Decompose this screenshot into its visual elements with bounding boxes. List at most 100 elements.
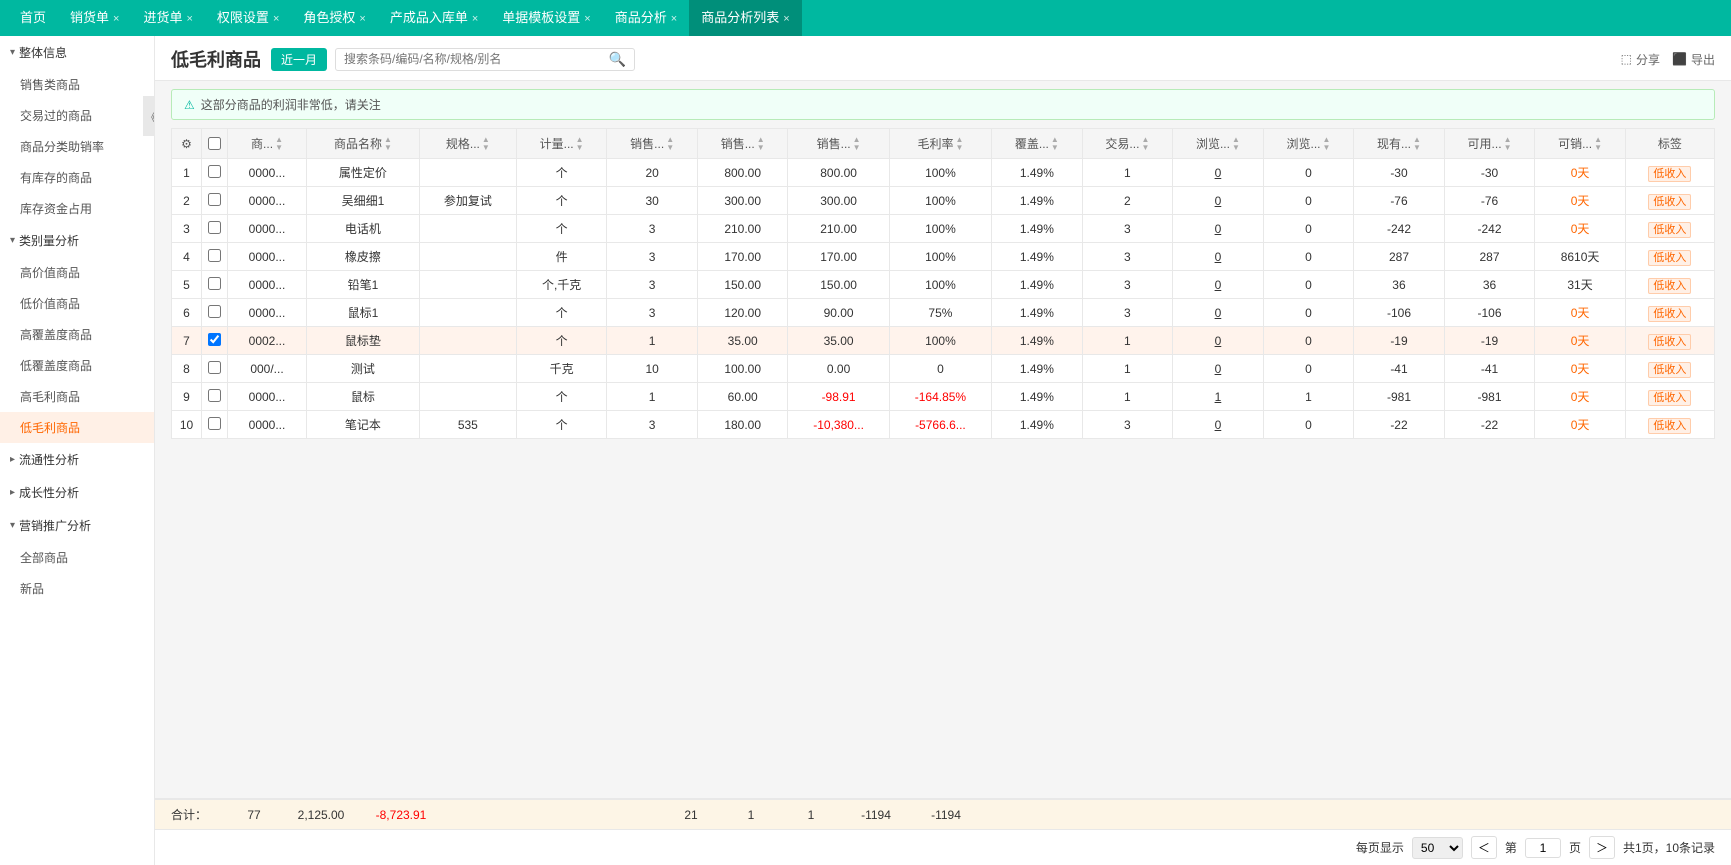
export-button[interactable]: ⬛ 导出	[1672, 51, 1715, 68]
page-number-input[interactable]	[1525, 838, 1561, 858]
sidebar-item-high-value[interactable]: 高价值商品	[0, 257, 154, 288]
row-view1[interactable]: 0	[1173, 187, 1264, 215]
row-checkbox[interactable]	[208, 249, 221, 262]
row-checkbox[interactable]	[208, 417, 221, 430]
sidebar-item-category-sales-rate[interactable]: 商品分类助销率	[0, 131, 154, 162]
col-gross-margin[interactable]: 毛利率 ▲▼	[889, 129, 991, 159]
nav-product-entry[interactable]: 产成品入库单×	[378, 0, 490, 36]
col-current-stock[interactable]: 现有... ▲▼	[1354, 129, 1445, 159]
nav-product-analysis-list[interactable]: 商品分析列表×	[689, 0, 801, 36]
col-available[interactable]: 可用... ▲▼	[1444, 129, 1535, 159]
row-view2: 0	[1263, 327, 1354, 355]
sidebar-group-marketing[interactable]: ▾ 营销推广分析	[0, 509, 154, 542]
col-view1[interactable]: 浏览... ▲▼	[1173, 129, 1264, 159]
col-unit[interactable]: 计量... ▲▼	[516, 129, 607, 159]
row-checkbox[interactable]	[208, 165, 221, 178]
col-view2[interactable]: 浏览... ▲▼	[1263, 129, 1354, 159]
nav-purchase-order[interactable]: 进货单×	[131, 0, 204, 36]
row-checkbox-cell[interactable]	[202, 215, 228, 243]
row-view1[interactable]: 0	[1173, 355, 1264, 383]
col-sales-qty[interactable]: 销售... ▲▼	[607, 129, 698, 159]
row-checkbox[interactable]	[208, 193, 221, 206]
sidebar-item-all-products[interactable]: 全部商品	[0, 542, 154, 573]
row-checkbox[interactable]	[208, 389, 221, 402]
sidebar-group-growth[interactable]: ▸ 成长性分析	[0, 476, 154, 509]
col-sales-amount[interactable]: 销售... ▲▼	[788, 129, 889, 159]
row-checkbox[interactable]	[208, 333, 221, 346]
col-trade-count[interactable]: 交易... ▲▼	[1082, 129, 1173, 159]
col-sales-price[interactable]: 销售... ▲▼	[697, 129, 788, 159]
row-checkbox-cell[interactable]	[202, 355, 228, 383]
sort-icon-trade: ▲▼	[1141, 136, 1149, 152]
nav-role-auth[interactable]: 角色授权×	[291, 0, 377, 36]
next-page-button[interactable]: ＞	[1589, 836, 1615, 859]
row-sellable: 0天	[1535, 215, 1626, 243]
search-input[interactable]	[344, 52, 609, 66]
row-unit: 个	[516, 383, 607, 411]
sidebar-group-category-analysis[interactable]: ▾ 类别量分析	[0, 224, 154, 257]
nav-home[interactable]: 首页	[8, 0, 58, 36]
sidebar-item-stocked-products[interactable]: 有库存的商品	[0, 162, 154, 193]
sidebar-group-circulation[interactable]: ▸ 流通性分析	[0, 443, 154, 476]
row-view1[interactable]: 0	[1173, 299, 1264, 327]
row-view1[interactable]: 1	[1173, 383, 1264, 411]
prev-page-button[interactable]: ＜	[1471, 836, 1497, 859]
col-coverage[interactable]: 覆盖... ▲▼	[992, 129, 1083, 159]
row-checkbox-cell[interactable]	[202, 299, 228, 327]
col-name[interactable]: 商品名称 ▲▼	[307, 129, 420, 159]
sidebar-collapse-button[interactable]: 《	[143, 96, 155, 136]
row-view1[interactable]: 0	[1173, 243, 1264, 271]
nav-product-analysis[interactable]: 商品分析×	[603, 0, 689, 36]
sidebar-item-traded-products[interactable]: 交易过的商品	[0, 100, 154, 131]
per-page-select[interactable]: 50 100 200	[1412, 837, 1463, 859]
row-checkbox[interactable]	[208, 221, 221, 234]
nav-template-settings[interactable]: 单据模板设置×	[490, 0, 602, 36]
row-current-stock: -106	[1354, 299, 1445, 327]
row-checkbox-cell[interactable]	[202, 271, 228, 299]
sidebar: ▾ 整体信息 销售类商品 交易过的商品 商品分类助销率 有库存的商品 库存资金占…	[0, 36, 155, 865]
row-view1[interactable]: 0	[1173, 411, 1264, 439]
sidebar-group-overall-info[interactable]: ▾ 整体信息	[0, 36, 154, 69]
sidebar-item-inventory-funds[interactable]: 库存资金占用	[0, 193, 154, 224]
sidebar-item-high-margin[interactable]: 高毛利商品	[0, 381, 154, 412]
row-checkbox-cell[interactable]	[202, 411, 228, 439]
col-spec[interactable]: 规格... ▲▼	[419, 129, 516, 159]
search-icon[interactable]: 🔍	[609, 51, 626, 68]
col-sellable[interactable]: 可销... ▲▼	[1535, 129, 1626, 159]
row-checkbox-cell[interactable]	[202, 159, 228, 187]
col-checkbox[interactable]	[202, 129, 228, 159]
row-checkbox[interactable]	[208, 305, 221, 318]
sort-icon-name: ▲▼	[384, 136, 392, 152]
sidebar-item-low-value[interactable]: 低价值商品	[0, 288, 154, 319]
sidebar-item-low-margin[interactable]: 低毛利商品	[0, 412, 154, 443]
row-view2: 0	[1263, 411, 1354, 439]
row-gross-margin: 100%	[889, 271, 991, 299]
nav-permission-settings[interactable]: 权限设置×	[205, 0, 291, 36]
row-trade-count: 3	[1082, 271, 1173, 299]
row-view1[interactable]: 0	[1173, 159, 1264, 187]
table-row: 4 0000... 橡皮擦 件 3 170.00 170.00 100% 1.4…	[172, 243, 1715, 271]
row-view1[interactable]: 0	[1173, 327, 1264, 355]
row-checkbox-cell[interactable]	[202, 383, 228, 411]
sidebar-item-low-coverage[interactable]: 低覆盖度商品	[0, 350, 154, 381]
date-filter-button[interactable]: 近一月	[271, 48, 327, 71]
col-code[interactable]: 商... ▲▼	[228, 129, 307, 159]
sidebar-item-sales-products[interactable]: 销售类商品	[0, 69, 154, 100]
row-tag: 低收入	[1625, 187, 1714, 215]
arrow-icon-2: ▾	[10, 235, 15, 246]
nav-sales-order[interactable]: 销货单×	[58, 0, 131, 36]
col-tag[interactable]: 标签	[1625, 129, 1714, 159]
row-checkbox[interactable]	[208, 277, 221, 290]
col-settings[interactable]: ⚙	[172, 129, 202, 159]
row-view1[interactable]: 0	[1173, 215, 1264, 243]
row-name: 鼠标	[307, 383, 420, 411]
row-checkbox-cell[interactable]	[202, 243, 228, 271]
row-view1[interactable]: 0	[1173, 271, 1264, 299]
sidebar-item-new-products[interactable]: 新品	[0, 573, 154, 604]
row-checkbox-cell[interactable]	[202, 187, 228, 215]
select-all-checkbox[interactable]	[208, 137, 221, 150]
row-checkbox-cell[interactable]	[202, 327, 228, 355]
share-button[interactable]: ⬚ 分享	[1621, 51, 1660, 68]
sidebar-item-high-coverage[interactable]: 高覆盖度商品	[0, 319, 154, 350]
row-checkbox[interactable]	[208, 361, 221, 374]
